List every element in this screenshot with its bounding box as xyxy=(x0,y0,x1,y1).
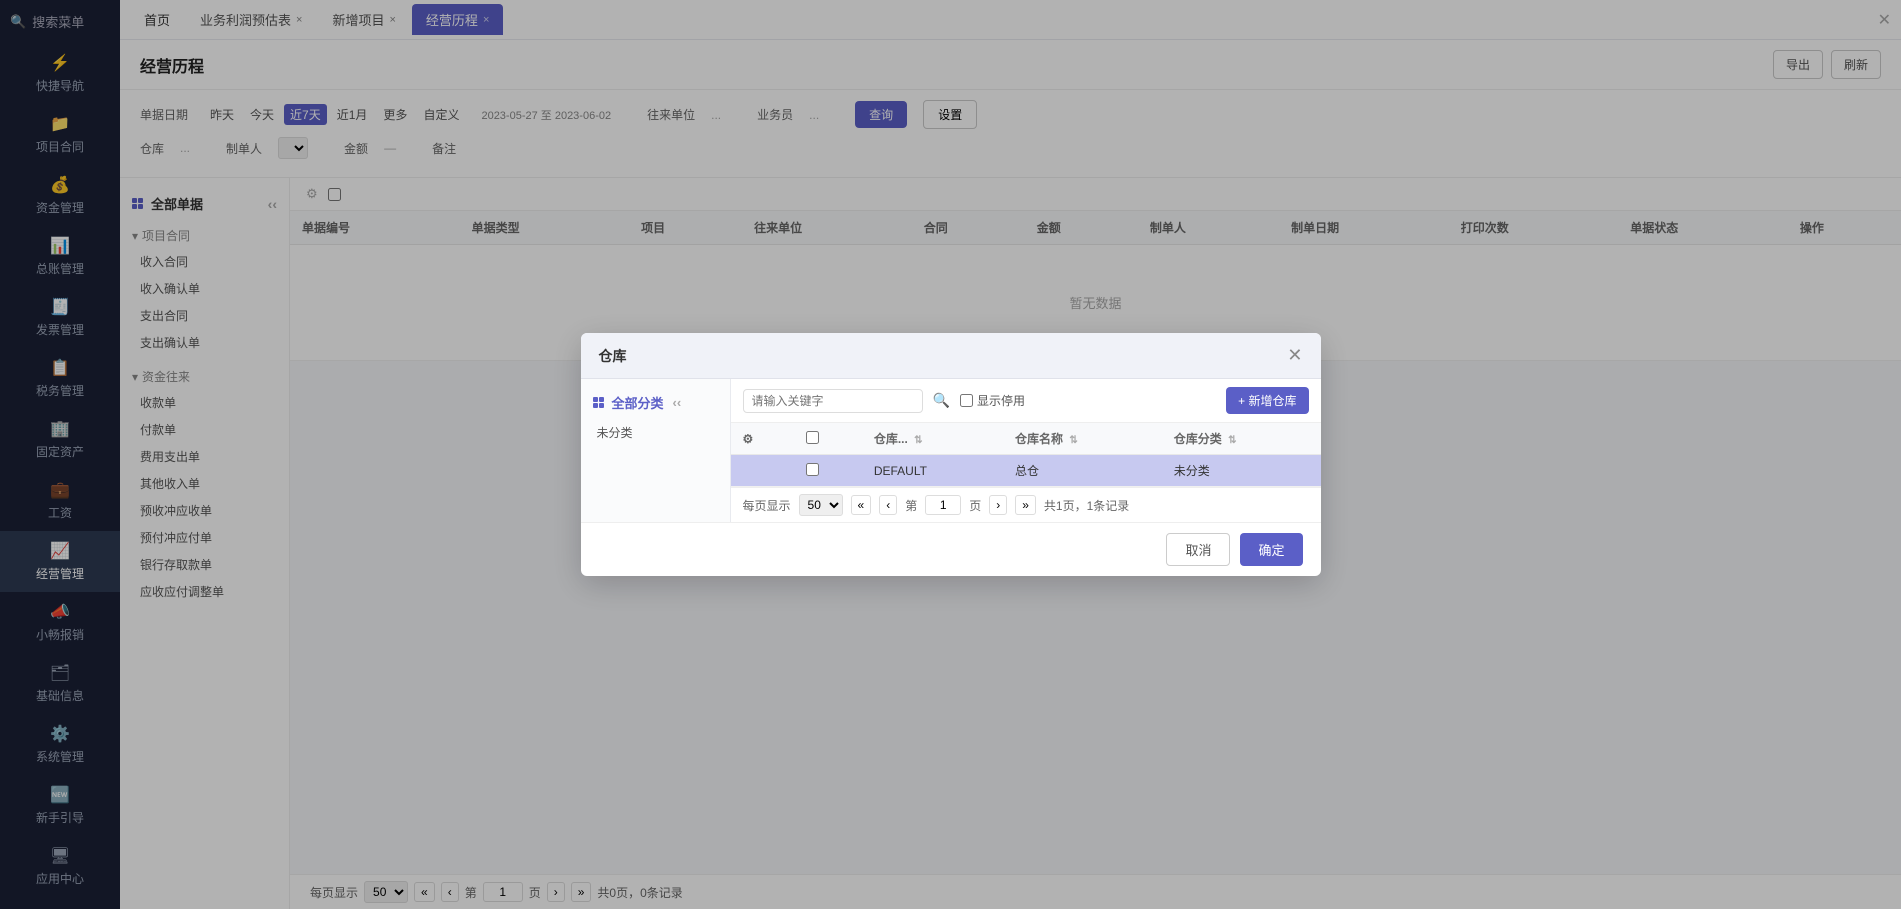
modal-close-btn[interactable]: ✕ xyxy=(1287,345,1302,366)
add-warehouse-button[interactable]: + 新增仓库 xyxy=(1226,387,1308,414)
modal-warehouse: 仓库 ✕ 全部分类 ‹‹ 未分类 xyxy=(581,333,1321,576)
modal-overlay: 仓库 ✕ 全部分类 ‹‹ 未分类 xyxy=(0,0,1901,909)
modal-col-category: 仓库分类 ⇅ xyxy=(1162,423,1321,455)
modal-col-settings: ⚙ xyxy=(731,423,795,455)
modal-page-prefix: 第 xyxy=(905,497,917,514)
sort-icon-category: ⇅ xyxy=(1228,435,1236,446)
tree-grid-icon xyxy=(593,397,607,408)
modal-header: 仓库 ✕ xyxy=(581,333,1321,379)
modal-table-area: ⚙ 仓库... ⇅ 仓库名称 ⇅ xyxy=(731,423,1321,487)
modal-title: 仓库 xyxy=(599,346,627,366)
modal-last-page[interactable]: » xyxy=(1015,495,1036,515)
row-settings xyxy=(731,455,795,487)
cancel-button[interactable]: 取消 xyxy=(1166,533,1230,566)
show-disabled-label[interactable]: 显示停用 xyxy=(960,392,1025,409)
modal-search-input[interactable] xyxy=(743,389,923,413)
row-check[interactable] xyxy=(794,455,862,487)
sort-icon-name: ⇅ xyxy=(1069,435,1077,446)
table-row[interactable]: DEFAULT 总仓 未分类 xyxy=(731,455,1321,487)
modal-col-code: 仓库... ⇅ xyxy=(862,423,1003,455)
modal-actions: 取消 确定 xyxy=(581,522,1321,576)
modal-tree-collapse[interactable]: ‹‹ xyxy=(673,395,682,410)
show-disabled-checkbox[interactable] xyxy=(960,394,973,407)
modal-toolbar: 🔍 显示停用 + 新增仓库 xyxy=(731,379,1321,423)
modal-select-all[interactable] xyxy=(806,431,819,444)
modal-table: ⚙ 仓库... ⇅ 仓库名称 ⇅ xyxy=(731,423,1321,487)
modal-search-button[interactable]: 🔍 xyxy=(933,392,950,409)
modal-col-check xyxy=(794,423,862,455)
modal-col-name: 仓库名称 ⇅ xyxy=(1003,423,1162,455)
modal-tree: 全部分类 ‹‹ 未分类 xyxy=(581,379,731,522)
row-category: 未分类 xyxy=(1162,455,1321,487)
row-checkbox[interactable] xyxy=(806,463,819,476)
modal-page-input[interactable] xyxy=(925,495,961,515)
row-code: DEFAULT xyxy=(862,455,1003,487)
modal-total-label: 共1页，1条记录 xyxy=(1044,497,1129,514)
modal-per-page-select[interactable]: 50 xyxy=(799,494,843,516)
modal-body: 全部分类 ‹‹ 未分类 🔍 显示停用 + 新增仓库 xyxy=(581,379,1321,522)
sort-icon-code: ⇅ xyxy=(914,435,922,446)
modal-table-footer: 每页显示 50 « ‹ 第 页 › » 共1页，1条记录 xyxy=(731,487,1321,522)
modal-content: 🔍 显示停用 + 新增仓库 ⚙ xyxy=(731,379,1321,522)
modal-first-page[interactable]: « xyxy=(851,495,872,515)
modal-tree-item-uncategorized[interactable]: 未分类 xyxy=(581,418,730,447)
modal-per-page-label: 每页显示 xyxy=(743,497,791,514)
row-name: 总仓 xyxy=(1003,455,1162,487)
confirm-button[interactable]: 确定 xyxy=(1240,533,1302,566)
modal-tree-all-label: 全部分类 xyxy=(612,393,664,412)
modal-prev-page[interactable]: ‹ xyxy=(879,495,897,515)
modal-page-label: 页 xyxy=(969,497,981,514)
modal-next-page[interactable]: › xyxy=(989,495,1007,515)
modal-tree-header[interactable]: 全部分类 ‹‹ xyxy=(581,387,730,418)
